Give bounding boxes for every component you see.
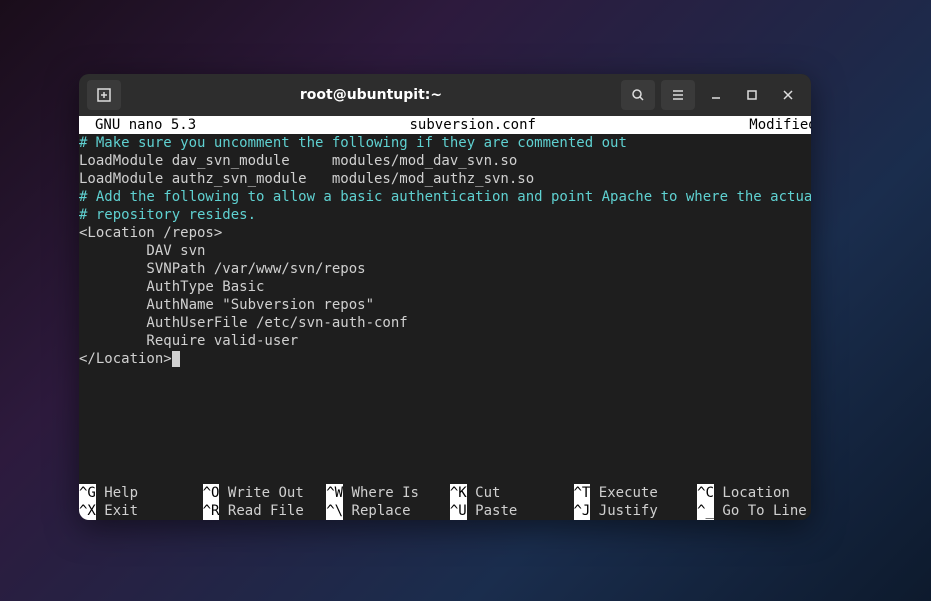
- help-shortcut-cut: ^K Cut: [450, 484, 574, 502]
- help-shortcut-help: ^G Help: [79, 484, 203, 502]
- editor-line: LoadModule authz_svn_module modules/mod_…: [79, 170, 811, 188]
- new-tab-icon: [96, 87, 112, 103]
- help-shortcut-gotoline: ^_ Go To Line: [697, 502, 811, 520]
- maximize-button[interactable]: [735, 80, 769, 110]
- editor-line: AuthType Basic: [79, 278, 811, 296]
- help-shortcut-replace: ^\ Replace: [326, 502, 450, 520]
- editor-area[interactable]: # Make sure you uncomment the following …: [79, 134, 811, 368]
- help-shortcut-justify: ^J Justify: [574, 502, 698, 520]
- help-shortcut-exit: ^X Exit: [79, 502, 203, 520]
- search-button[interactable]: [621, 80, 655, 110]
- help-shortcut-writeout: ^O Write Out: [203, 484, 327, 502]
- editor-line: DAV svn: [79, 242, 811, 260]
- editor-line: Require valid-user: [79, 332, 811, 350]
- search-icon: [631, 88, 645, 102]
- editor-line: # Make sure you uncomment the following …: [79, 134, 811, 152]
- editor-line: AuthUserFile /etc/svn-auth-conf: [79, 314, 811, 332]
- nano-status-line: GNU nano 5.3 subversion.conf Modified: [79, 116, 811, 134]
- editor-line: LoadModule dav_svn_module modules/mod_da…: [79, 152, 811, 170]
- text-cursor: [172, 351, 180, 367]
- terminal-content[interactable]: GNU nano 5.3 subversion.conf Modified # …: [79, 116, 811, 520]
- menu-button[interactable]: [661, 80, 695, 110]
- editor-line: # repository resides.: [79, 206, 811, 224]
- minimize-button[interactable]: [699, 80, 733, 110]
- help-shortcut-paste: ^U Paste: [450, 502, 574, 520]
- new-tab-button[interactable]: [87, 80, 121, 110]
- terminal-body: GNU nano 5.3 subversion.conf Modified # …: [79, 116, 811, 520]
- editor-line: </Location>: [79, 350, 811, 368]
- window-title: root@ubuntupit:~: [123, 87, 619, 103]
- help-shortcut-whereis: ^W Where Is: [326, 484, 450, 502]
- minimize-icon: [710, 89, 722, 101]
- titlebar: root@ubuntupit:~: [79, 74, 811, 116]
- maximize-icon: [746, 89, 758, 101]
- nano-app-name: GNU nano 5.3: [79, 116, 196, 134]
- nano-help-bar: ^G Help ^O Write Out ^W Where Is ^K Cut …: [79, 484, 811, 520]
- editor-line: AuthName "Subversion repos": [79, 296, 811, 314]
- hamburger-icon: [671, 88, 685, 102]
- nano-filename: subversion.conf: [196, 116, 749, 134]
- editor-line: <Location /repos>: [79, 224, 811, 242]
- close-button[interactable]: [771, 80, 805, 110]
- help-shortcut-readfile: ^R Read File: [203, 502, 327, 520]
- nano-modified-status: Modified: [749, 116, 811, 134]
- editor-line: SVNPath /var/www/svn/repos: [79, 260, 811, 278]
- close-icon: [782, 89, 794, 101]
- editor-line: # Add the following to allow a basic aut…: [79, 188, 811, 206]
- terminal-window: root@ubuntupit:~: [79, 74, 811, 520]
- help-shortcut-execute: ^T Execute: [574, 484, 698, 502]
- help-shortcut-location: ^C Location: [697, 484, 811, 502]
